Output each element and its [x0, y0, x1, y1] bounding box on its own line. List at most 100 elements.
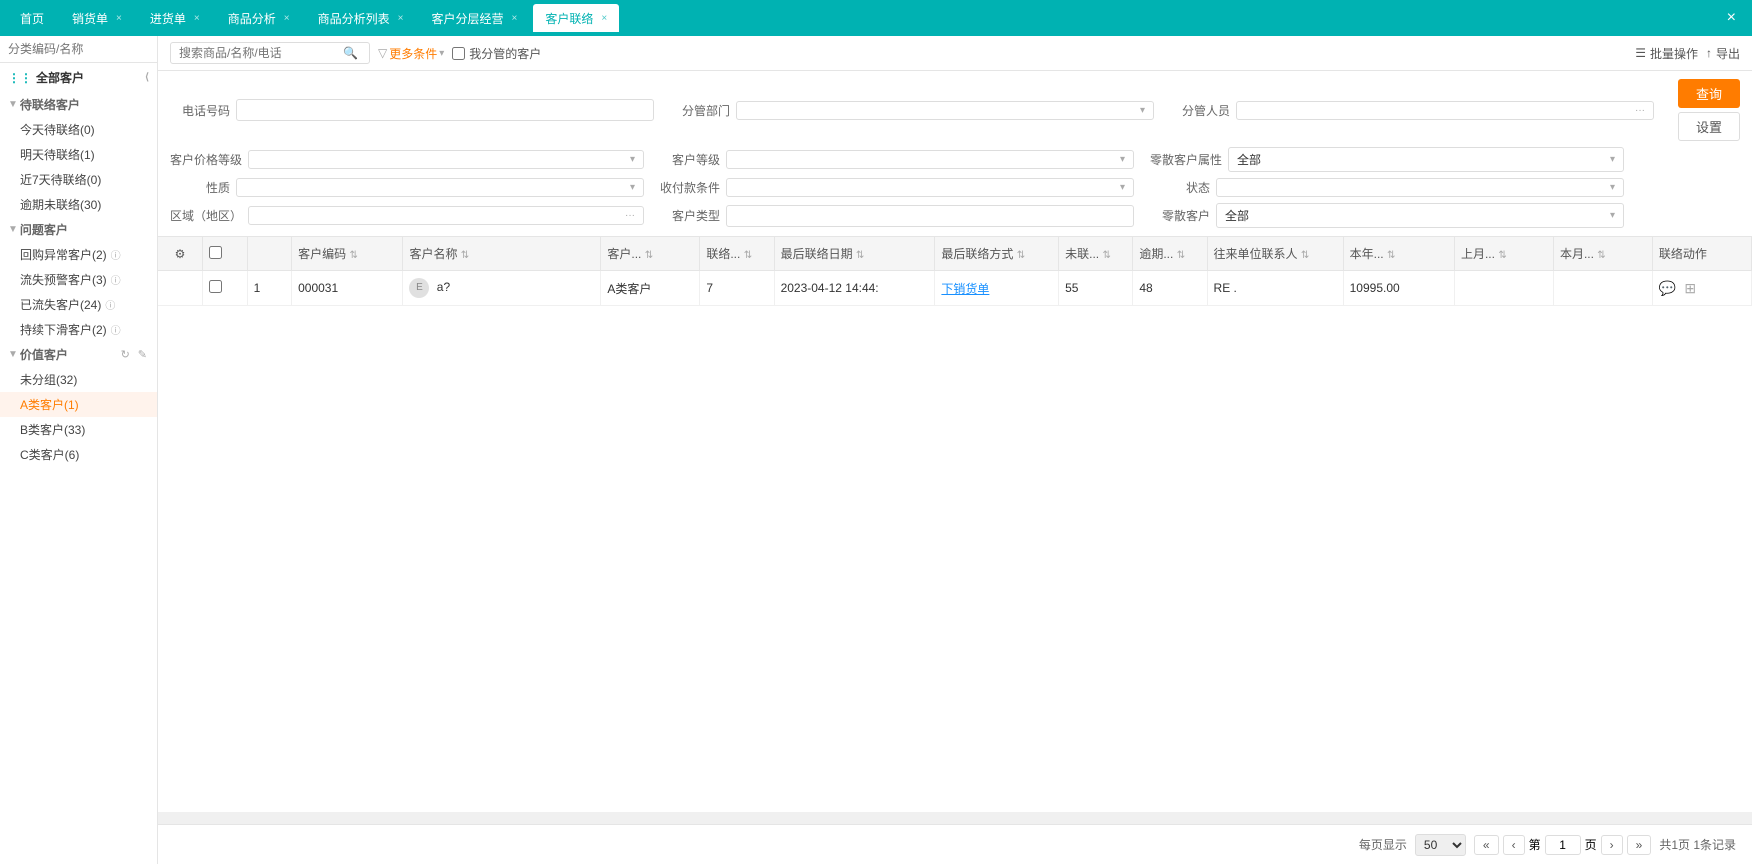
close-sales-icon[interactable]: × — [116, 13, 122, 24]
manager-input[interactable]: ··· — [1236, 101, 1654, 120]
overdue-sort-icon[interactable]: ⇅ — [1177, 250, 1185, 261]
status-select[interactable]: ▾ — [1216, 178, 1624, 197]
last-page-button[interactable]: » — [1627, 835, 1652, 855]
filter-search-icon[interactable]: 🔍 — [343, 46, 358, 60]
contact-col-header[interactable]: 联络... ⇅ — [700, 237, 774, 271]
checkbox-col-header[interactable] — [203, 237, 248, 271]
level-sort-icon[interactable]: ⇅ — [645, 250, 653, 261]
no-contact-sort-icon[interactable]: ⇅ — [1102, 250, 1110, 261]
close-analysis-icon[interactable]: × — [284, 13, 290, 24]
code-col-header[interactable]: 客户编码 ⇅ — [292, 237, 403, 271]
page-number-input[interactable] — [1545, 835, 1581, 855]
sidebar-7day-pending[interactable]: 近7天待联络(0) — [0, 167, 157, 192]
retail-cust-select[interactable]: 全部 ▾ — [1216, 203, 1624, 228]
this-year-sort-icon[interactable]: ⇅ — [1387, 250, 1395, 261]
no-contact-col-header[interactable]: 未联... ⇅ — [1059, 237, 1133, 271]
sidebar-overdue-contact[interactable]: 逾期未联络(30) — [0, 192, 157, 217]
row-select-checkbox[interactable] — [209, 280, 222, 293]
overdue-col-header[interactable]: 逾期... ⇅ — [1133, 237, 1207, 271]
dept-select[interactable]: ▾ — [736, 101, 1154, 120]
unit-sort-icon[interactable]: ⇅ — [1301, 250, 1309, 261]
collapse-icon[interactable]: ⟨ — [145, 72, 149, 83]
all-customers-header[interactable]: ⋮⋮ 全部客户 ⟨ — [0, 63, 157, 92]
this-year-col-header[interactable]: 本年... ⇅ — [1343, 237, 1454, 271]
last-month-col-header[interactable]: 上月... ⇅ — [1454, 237, 1553, 271]
my-customers-checkbox[interactable]: 我分管的客户 — [452, 45, 541, 62]
sidebar-tomorrow-pending[interactable]: 明天待联络(1) — [0, 142, 157, 167]
first-page-button[interactable]: « — [1474, 835, 1499, 855]
nav-product-analysis[interactable]: 商品分析 × — [216, 4, 302, 32]
sidebar-declining[interactable]: 持续下滑客户(2) ⓘ — [0, 317, 157, 342]
nav-customer-contact[interactable]: 客户联络 × — [533, 4, 619, 32]
filter-search-input[interactable] — [179, 46, 339, 60]
level-col-header[interactable]: 客户... ⇅ — [601, 237, 700, 271]
nav-home[interactable]: 首页 — [8, 4, 56, 32]
this-month-col-header[interactable]: 本月... ⇅ — [1553, 237, 1652, 271]
sidebar-search[interactable]: 🔍 — [0, 36, 157, 63]
sidebar-repurchase-abnormal[interactable]: 回购异常客户(2) ⓘ — [0, 242, 157, 267]
horizontal-scrollbar[interactable] — [158, 812, 1752, 824]
more-filters-button[interactable]: ▽ 更多条件 ▾ — [378, 45, 444, 62]
price-level-select[interactable]: ▾ — [248, 150, 644, 169]
search-button[interactable]: 查询 — [1678, 79, 1740, 108]
sidebar-unclassified[interactable]: 未分组(32) — [0, 367, 157, 392]
last-date-sort-icon[interactable]: ⇅ — [856, 250, 864, 261]
region-more-icon[interactable]: ··· — [625, 210, 635, 221]
refresh-icon[interactable]: ↻ — [119, 348, 132, 361]
nav-sales[interactable]: 销货单 × — [60, 4, 134, 32]
page-size-select[interactable]: 50 100 200 — [1415, 834, 1466, 856]
sidebar-churn-warning[interactable]: 流失预警客户(3) ⓘ — [0, 267, 157, 292]
nav-analysis-list[interactable]: 商品分析列表 × — [306, 4, 416, 32]
setting-button[interactable]: 设置 — [1678, 112, 1740, 141]
filter-search-box[interactable]: 🔍 — [170, 42, 370, 64]
code-sort-icon[interactable]: ⇅ — [349, 250, 357, 261]
sidebar-class-c[interactable]: C类客户(6) — [0, 442, 157, 467]
close-purchase-icon[interactable]: × — [194, 13, 200, 24]
sidebar-class-b[interactable]: B类客户(33) — [0, 417, 157, 442]
region-select[interactable]: ··· — [248, 206, 644, 225]
customer-table: ⚙ 客户编码 ⇅ 客户名称 ⇅ 客户... ⇅ — [158, 237, 1752, 306]
sidebar-class-a[interactable]: A类客户(1) — [0, 392, 157, 417]
settings-col-header[interactable]: ⚙ — [158, 237, 203, 271]
cust-type-input[interactable] — [726, 205, 1134, 227]
last-date-col-header[interactable]: 最后联络日期 ⇅ — [774, 237, 935, 271]
value-group-label[interactable]: ▼ 价值客户 ↻ ✎ — [0, 342, 157, 367]
last-method-col-header[interactable]: 最后联络方式 ⇅ — [935, 237, 1059, 271]
name-sort-icon[interactable]: ⇅ — [461, 250, 469, 261]
problem-group-label[interactable]: ▼ 问题客户 — [0, 217, 157, 242]
close-tier-icon[interactable]: × — [511, 13, 517, 24]
unit-contact-col-header[interactable]: 往来单位联系人 ⇅ — [1207, 237, 1343, 271]
select-all-checkbox[interactable] — [209, 246, 222, 259]
my-customers-check[interactable] — [452, 47, 465, 60]
retail-attr-select[interactable]: 全部 ▾ — [1228, 147, 1624, 172]
export-button[interactable]: ↑ 导出 — [1706, 45, 1740, 62]
row-last-method[interactable]: 下销货单 — [935, 271, 1059, 306]
manager-more-icon[interactable]: ··· — [1635, 105, 1645, 116]
cust-level-select[interactable]: ▾ — [726, 150, 1134, 169]
prev-page-button[interactable]: ‹ — [1503, 835, 1525, 855]
nav-purchase[interactable]: 进货单 × — [138, 4, 212, 32]
phone-input[interactable] — [236, 99, 654, 121]
chat-action-icon[interactable]: 💬 — [1659, 280, 1676, 297]
nature-select[interactable]: ▾ — [236, 178, 644, 197]
last-method-link[interactable]: 下销货单 — [941, 282, 989, 296]
close-contact-icon[interactable]: × — [601, 13, 607, 24]
grid-action-icon[interactable]: ⊞ — [1684, 280, 1696, 297]
nav-customer-tier[interactable]: 客户分层经营 × — [419, 4, 529, 32]
last-method-sort-icon[interactable]: ⇅ — [1017, 250, 1025, 261]
contact-sort-icon[interactable]: ⇅ — [744, 250, 752, 261]
edit-icon[interactable]: ✎ — [136, 348, 149, 361]
this-month-sort-icon[interactable]: ⇅ — [1597, 250, 1605, 261]
close-analysis-list-icon[interactable]: × — [398, 13, 404, 24]
sidebar-search-input[interactable] — [8, 42, 158, 56]
sidebar-today-pending[interactable]: 今天待联络(0) — [0, 117, 157, 142]
row-checkbox[interactable] — [203, 271, 248, 306]
sidebar-churned[interactable]: 已流失客户(24) ⓘ — [0, 292, 157, 317]
last-month-sort-icon[interactable]: ⇅ — [1498, 250, 1506, 261]
close-all-button[interactable]: × — [1719, 5, 1744, 31]
pending-group-label[interactable]: ▼ 待联络客户 — [0, 92, 157, 117]
batch-action-button[interactable]: ☰ 批量操作 — [1635, 45, 1698, 62]
next-page-button[interactable]: › — [1601, 835, 1623, 855]
payment-select[interactable]: ▾ — [726, 178, 1134, 197]
name-col-header[interactable]: 客户名称 ⇅ — [403, 237, 601, 271]
